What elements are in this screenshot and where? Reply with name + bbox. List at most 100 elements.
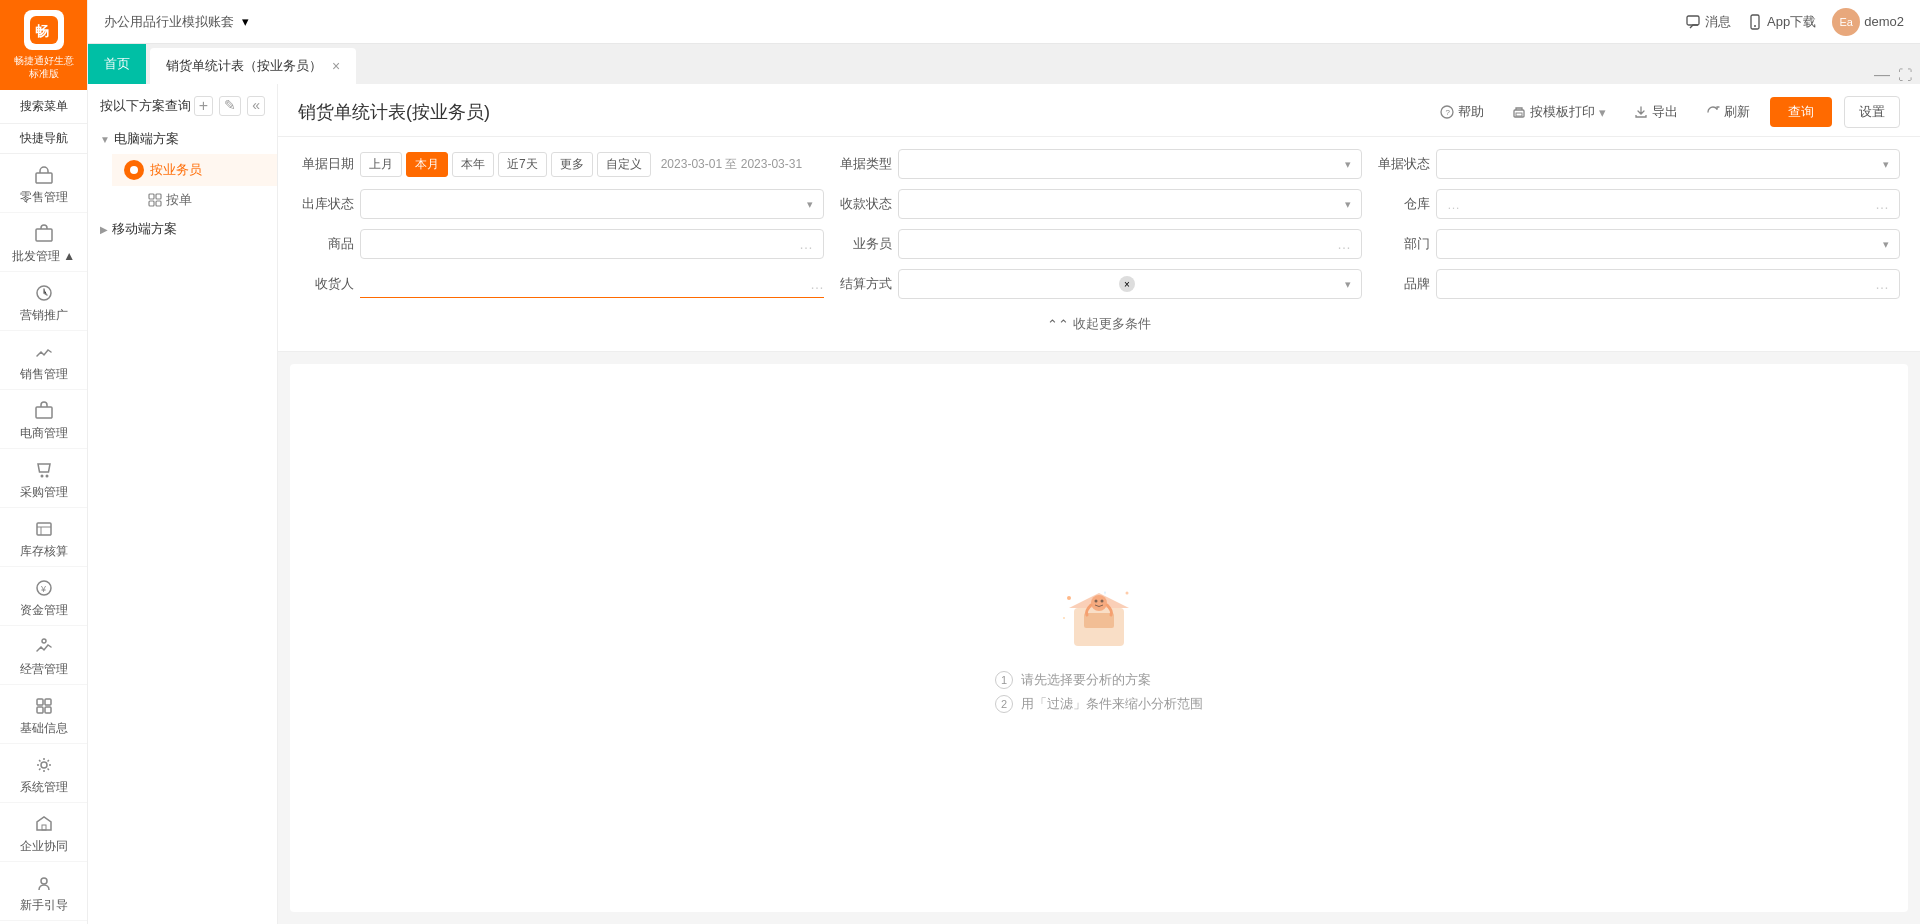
page-title: 销货单统计表(按业务员)	[298, 100, 490, 124]
message-label: 消息	[1705, 13, 1731, 31]
brand-select[interactable]: …	[1436, 269, 1900, 299]
step-1-text: 请先选择要分析的方案	[1021, 671, 1151, 689]
svg-point-46	[1101, 600, 1104, 603]
date-btn-this-year[interactable]: 本年	[452, 152, 494, 177]
date-btn-custom[interactable]: 自定义	[597, 152, 651, 177]
filter-receiver: 收货人 …	[298, 270, 824, 298]
svg-rect-38	[1516, 113, 1522, 116]
date-btn-this-month[interactable]: 本月	[406, 152, 448, 177]
date-btn-last-month[interactable]: 上月	[360, 152, 402, 177]
sidebar-item-enterprise[interactable]: 企业协同	[0, 803, 87, 862]
filter-doc-type: 单据类型 ▾	[836, 149, 1362, 179]
tree-item-by-order[interactable]: 按单	[112, 186, 277, 214]
query-button[interactable]: 查询	[1770, 97, 1832, 127]
svg-rect-32	[156, 194, 161, 199]
filter-salesman: 业务员 …	[836, 229, 1362, 259]
topbar-title: 办公用品行业模拟账套	[104, 13, 234, 31]
purchase-icon	[33, 459, 55, 481]
salesman-more-icon: …	[1337, 236, 1351, 252]
add-scheme-button[interactable]: +	[194, 96, 213, 116]
page-header: 销货单统计表(按业务员) ? 帮助 按模板打印 ▾ 导出	[278, 84, 1920, 137]
collapse-row: ⌃⌃ 收起更多条件	[298, 309, 1900, 339]
message-button[interactable]: 消息	[1685, 13, 1731, 31]
empty-state: 1 请先选择要分析的方案 2 用「过滤」条件来缩小分析范围	[995, 563, 1203, 713]
sidebar-item-ecommerce[interactable]: 电商管理	[0, 390, 87, 449]
step-1-num: 1	[995, 671, 1013, 689]
dept-select[interactable]: ▾	[1436, 229, 1900, 259]
settlement-select[interactable]: × ▾	[898, 269, 1362, 299]
sidebar-item-sales-label: 销售管理	[20, 366, 68, 383]
left-panel: 按以下方案查询 + ✎ « ▼ 电脑端方案 按业务员	[88, 84, 278, 924]
edit-scheme-button[interactable]: ✎	[219, 96, 241, 116]
tab-maximize-button[interactable]: ⛶	[1898, 67, 1912, 83]
sidebar-item-system[interactable]: 系统管理	[0, 744, 87, 803]
date-btn-more[interactable]: 更多	[551, 152, 593, 177]
receiver-more-icon: …	[810, 276, 824, 292]
date-btn-last7[interactable]: 近7天	[498, 152, 547, 177]
sidebar-quick-nav-label[interactable]: 快捷导航	[20, 130, 68, 147]
warehouse-select[interactable]: … …	[1436, 189, 1900, 219]
tab-minimize-button[interactable]: —	[1874, 66, 1890, 84]
sidebar-item-finance[interactable]: ¥ 资金管理	[0, 567, 87, 626]
tab-home[interactable]: 首页	[88, 44, 146, 84]
tab-close-button[interactable]: ×	[332, 58, 340, 74]
goods-select[interactable]: …	[360, 229, 824, 259]
filter-goods: 商品 …	[298, 229, 824, 259]
tree-item-by-order-label: 按单	[166, 191, 192, 209]
user-avatar[interactable]: Ea demo2	[1832, 8, 1904, 36]
doc-status-select[interactable]: ▾	[1436, 149, 1900, 179]
payment-status-select[interactable]: ▾	[898, 189, 1362, 219]
sidebar-search-label[interactable]: 搜索菜单	[20, 98, 68, 115]
export-icon	[1634, 105, 1648, 119]
refresh-button[interactable]: 刷新	[1698, 99, 1758, 125]
topbar-dropdown[interactable]: ▾	[242, 14, 249, 29]
tree-item-by-salesman[interactable]: 按业务员	[112, 154, 277, 186]
tree-desktop-toggle[interactable]: ▼ 电脑端方案	[88, 124, 277, 154]
receiver-input[interactable]	[360, 272, 810, 295]
help-button[interactable]: ? 帮助	[1432, 99, 1492, 125]
collapse-panel-button[interactable]: «	[247, 96, 265, 116]
sidebar-item-system-label: 系统管理	[20, 779, 68, 796]
filter-row-1: 单据日期 上月 本月 本年 近7天 更多 自定义 2023-03-01 至 20…	[298, 149, 1900, 179]
sidebar-item-marketing[interactable]: 营销推广	[0, 272, 87, 331]
sidebar-item-operations[interactable]: 经营管理	[0, 626, 87, 685]
out-status-select[interactable]: ▾	[360, 189, 824, 219]
sidebar-quick-nav[interactable]: 快捷导航	[0, 124, 87, 154]
sidebar-item-wholesale[interactable]: 批发管理 ▲	[0, 213, 87, 272]
sidebar-item-basic[interactable]: 基础信息	[0, 685, 87, 744]
retail-icon	[33, 164, 55, 186]
svg-point-41	[1067, 596, 1071, 600]
out-status-arrow-icon: ▾	[807, 198, 813, 211]
salesman-select[interactable]: …	[898, 229, 1362, 259]
doc-type-arrow-icon: ▾	[1345, 158, 1351, 171]
print-button[interactable]: 按模板打印 ▾	[1504, 99, 1614, 125]
svg-rect-40	[1084, 613, 1114, 628]
sidebar-item-newbie[interactable]: 新手引导	[0, 862, 87, 921]
app-download-button[interactable]: App下载	[1747, 13, 1816, 31]
sidebar-item-retail[interactable]: 零售管理	[0, 154, 87, 213]
sidebar-search-section[interactable]: 搜索菜单	[0, 90, 87, 124]
export-button[interactable]: 导出	[1626, 99, 1686, 125]
svg-rect-5	[36, 407, 52, 418]
tab-sales-stat[interactable]: 销货单统计表（按业务员） ×	[150, 48, 356, 84]
svg-text:¥: ¥	[40, 584, 47, 594]
topbar: 办公用品行业模拟账套 ▾ 消息 App下载 Ea demo2	[88, 0, 1920, 44]
doc-type-select[interactable]: ▾	[898, 149, 1362, 179]
sidebar-item-purchase[interactable]: 采购管理	[0, 449, 87, 508]
sidebar-item-sales[interactable]: 销售管理	[0, 331, 87, 390]
settlement-clear-button[interactable]: ×	[1119, 276, 1135, 292]
sidebar-item-enterprise-label: 企业协同	[20, 838, 68, 855]
tree-mobile-expand-icon: ▶	[100, 224, 108, 235]
sidebar-item-inventory[interactable]: 库存核算	[0, 508, 87, 567]
export-label: 导出	[1652, 103, 1678, 121]
svg-point-29	[1754, 25, 1756, 27]
step-2-text: 用「过滤」条件来缩小分析范围	[1021, 695, 1203, 713]
tree-desktop-children: 按业务员 按单	[88, 154, 277, 214]
settings-button[interactable]: 设置	[1844, 96, 1900, 128]
refresh-label: 刷新	[1724, 103, 1750, 121]
sidebar-item-purchase-label: 采购管理	[20, 484, 68, 501]
goods-label: 商品	[298, 235, 354, 253]
collapse-button[interactable]: ⌃⌃ 收起更多条件	[1047, 309, 1151, 339]
print-dropdown-icon[interactable]: ▾	[1599, 105, 1606, 120]
tree-mobile-toggle[interactable]: ▶ 移动端方案	[88, 214, 277, 244]
